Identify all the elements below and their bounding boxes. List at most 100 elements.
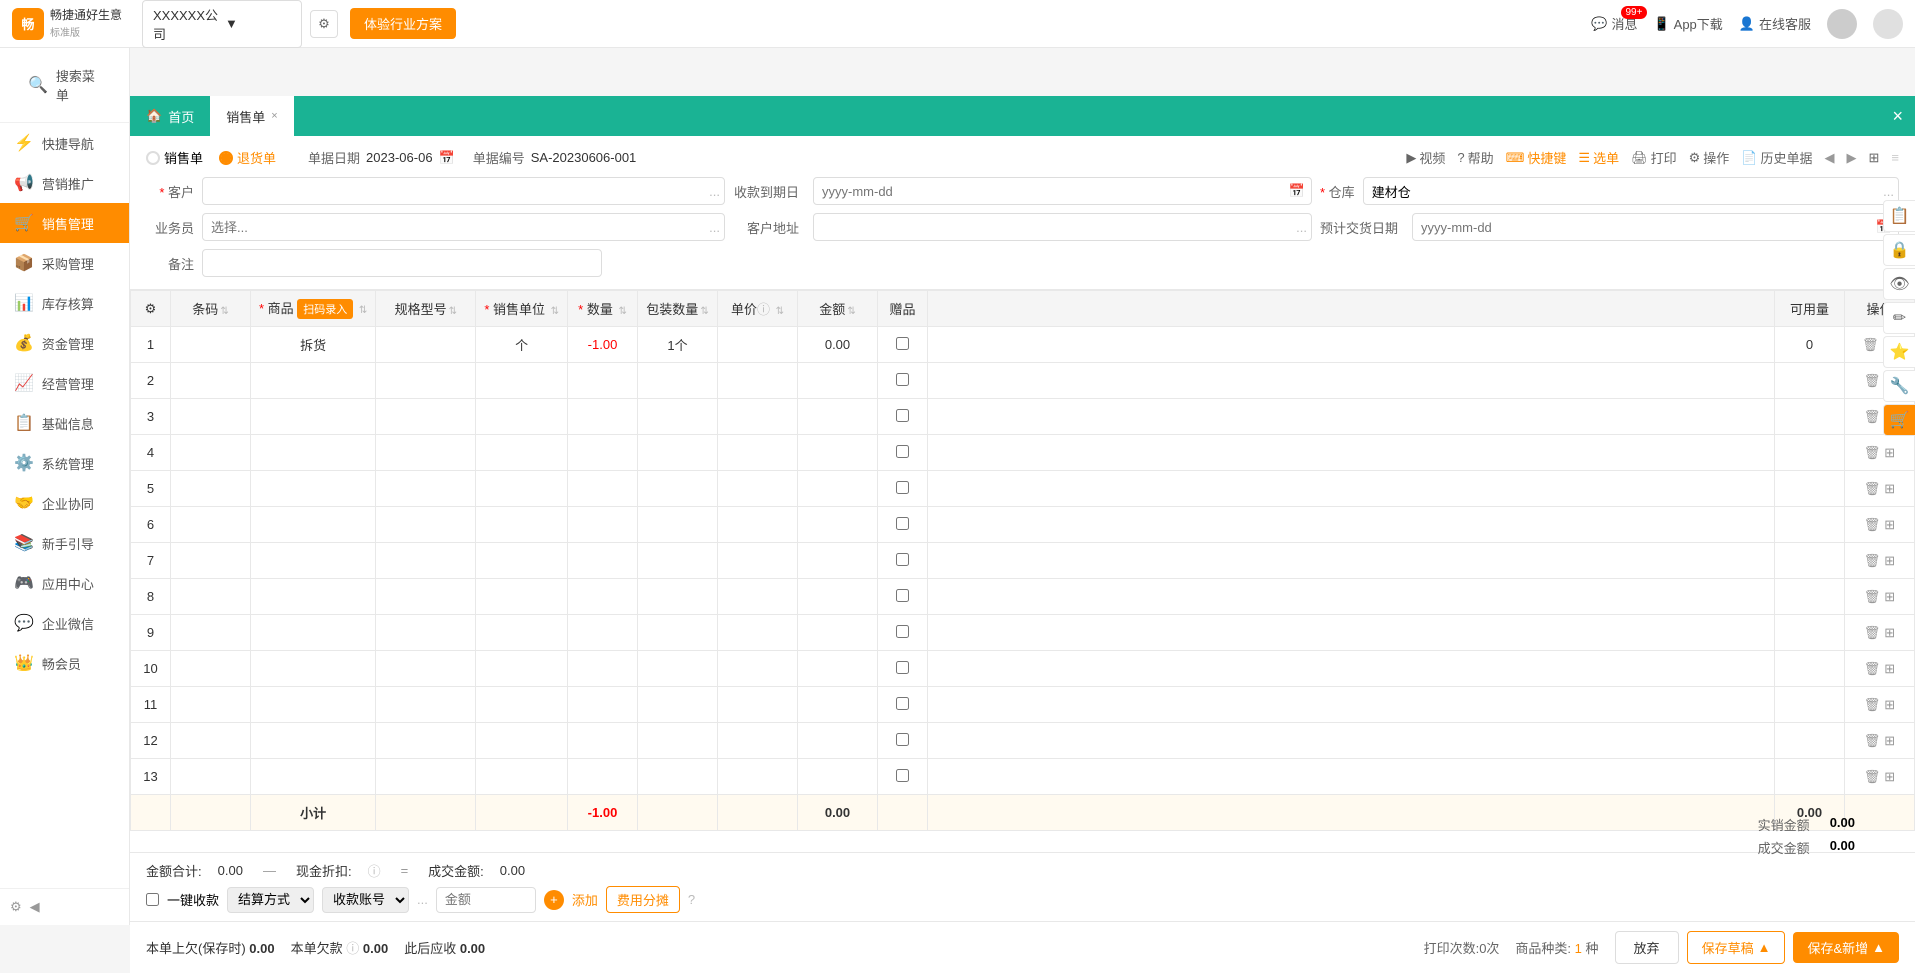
app-download-btn[interactable]: 📱 App下载 [1653, 14, 1722, 33]
float-btn-6[interactable]: 🔧 [1883, 370, 1915, 402]
row-gift-1[interactable] [878, 327, 928, 363]
history-link[interactable]: 📄 历史单据 [1741, 148, 1812, 167]
calc-method-select[interactable]: 结算方式 [227, 887, 314, 913]
warehouse-input[interactable] [1364, 181, 1879, 202]
sidebar-item-system[interactable]: ⚙️ 系统管理 [0, 443, 129, 483]
sidebar-item-members[interactable]: 👑 畅会员 [0, 643, 129, 683]
message-btn[interactable]: 💬 消息 99+ [1591, 14, 1637, 33]
delete-icon[interactable]: 🗑 [1864, 517, 1881, 532]
operate-link[interactable]: ⚙ 操作 [1689, 148, 1730, 167]
amount-input[interactable] [436, 887, 536, 913]
delete-icon[interactable]: 🗑 [1864, 625, 1881, 640]
sidebar-item-wechat[interactable]: 💬 企业微信 [0, 603, 129, 643]
calendar-icon[interactable]: 📅 [439, 150, 455, 166]
company-selector[interactable]: XXXXXX公司 ▼ [142, 0, 302, 48]
video-link[interactable]: ▶ 视频 [1406, 148, 1445, 167]
grid-view-icon[interactable]: ⊞ [1869, 150, 1880, 166]
delete-icon[interactable]: 🗑 [1864, 661, 1881, 676]
settings-icon[interactable]: ⚙ [310, 10, 338, 38]
fenyong-button[interactable]: 费用分摊 [606, 886, 680, 913]
float-btn-3[interactable]: 👁 [1883, 268, 1915, 300]
trial-button[interactable]: 体验行业方案 [350, 8, 456, 39]
float-btn-5[interactable]: ⭐ [1883, 336, 1915, 368]
avatar-2[interactable] [1873, 9, 1903, 39]
sidebar-item-sales[interactable]: 🛒 销售管理 [0, 203, 129, 243]
shortcut-link[interactable]: ⌨ 快捷键 [1506, 148, 1567, 167]
sidebar-item-inventory[interactable]: 📊 库存核算 [0, 283, 129, 323]
sidebar-item-enterprise[interactable]: 🤝 企业协同 [0, 483, 129, 523]
delete-icon[interactable]: 🗑 [1864, 373, 1881, 388]
tab-sales-order[interactable]: 销售单 × [210, 96, 293, 136]
delete-icon[interactable]: 🗑 [1864, 589, 1881, 604]
warehouse-more-icon[interactable]: ... [1879, 184, 1898, 199]
delivery-date-input[interactable] [1413, 217, 1870, 238]
th-settings[interactable]: ⚙ [131, 291, 171, 327]
customer-address-input[interactable] [814, 217, 1292, 238]
online-service-btn[interactable]: 👤 在线客服 [1739, 14, 1811, 33]
delete-icon[interactable]: 🗑 [1864, 409, 1881, 424]
nav-prev-icon[interactable]: ◀ [1825, 150, 1835, 166]
customer-more-icon[interactable]: ... [705, 184, 724, 199]
copy-icon[interactable]: ⊞ [1884, 733, 1895, 748]
copy-icon[interactable]: ⊞ [1884, 481, 1895, 496]
abandon-button[interactable]: 放弃 [1615, 931, 1679, 964]
sidebar-item-guide[interactable]: 📚 新手引导 [0, 523, 129, 563]
customer-input[interactable] [203, 181, 705, 202]
sidebar-item-marketing[interactable]: 📢 营销推广 [0, 163, 129, 203]
delete-icon[interactable]: 🗑 [1864, 481, 1881, 496]
sidebar-item-finance[interactable]: 💰 资金管理 [0, 323, 129, 363]
copy-icon[interactable]: ⊞ [1884, 625, 1895, 640]
copy-icon[interactable]: ⊞ [1884, 517, 1895, 532]
help-link[interactable]: ? 帮助 [1457, 148, 1493, 167]
radio-return-order[interactable]: 退货单 [219, 148, 276, 167]
sidebar-collapse-icon[interactable]: ◀ [30, 899, 40, 915]
sidebar-item-basic[interactable]: 📋 基础信息 [0, 403, 129, 443]
print-link[interactable]: 🖨 打印 [1631, 148, 1677, 167]
remark-input[interactable] [203, 253, 601, 274]
sidebar-item-purchase[interactable]: 📦 采购管理 [0, 243, 129, 283]
row-barcode-1[interactable] [171, 327, 251, 363]
tab-close-icon[interactable]: × [271, 110, 277, 122]
save-draft-button[interactable]: 保存草稿 ▲ [1687, 931, 1786, 964]
one-click-payment-checkbox[interactable] [146, 893, 159, 906]
delete-icon[interactable]: 🗑 [1864, 769, 1881, 784]
float-btn-4[interactable]: ✏ [1883, 302, 1915, 334]
save-new-button[interactable]: 保存&新增 ▲ [1793, 932, 1899, 963]
account-select[interactable]: 收款账号 [322, 887, 409, 913]
delete-icon[interactable]: 🗑 [1864, 445, 1881, 460]
account-more-icon[interactable]: ... [417, 892, 428, 907]
copy-icon[interactable]: ⊞ [1884, 661, 1895, 676]
float-btn-2[interactable]: 🔒 [1883, 234, 1915, 266]
copy-icon[interactable]: ⊞ [1884, 697, 1895, 712]
nav-next-icon[interactable]: ▶ [1847, 150, 1857, 166]
collection-date-input[interactable] [814, 181, 1283, 202]
delete-icon[interactable]: 🗑 [1864, 697, 1881, 712]
sidebar-item-quick-nav[interactable]: ⚡ 快捷导航 [0, 123, 129, 163]
salesperson-input[interactable] [203, 217, 705, 238]
radio-sales-order[interactable]: 销售单 [146, 148, 203, 167]
tab-home[interactable]: 🏠 首页 [130, 96, 210, 136]
float-btn-7[interactable]: 🛒 [1883, 404, 1915, 436]
row-spec-1[interactable] [376, 327, 476, 363]
copy-icon[interactable]: ⊞ [1884, 553, 1895, 568]
copy-icon[interactable]: ⊞ [1884, 769, 1895, 784]
copy-icon[interactable]: ⊞ [1884, 589, 1895, 604]
row-qty-1[interactable]: -1.00 [568, 327, 638, 363]
choose-link[interactable]: ☰ 选单 [1578, 148, 1619, 167]
delete-icon[interactable]: 🗑 [1864, 553, 1881, 568]
copy-icon[interactable]: ⊞ [1884, 445, 1895, 460]
float-btn-1[interactable]: 📋 [1883, 200, 1915, 232]
tab-bar-close[interactable]: × [1892, 106, 1915, 127]
avatar[interactable] [1827, 9, 1857, 39]
delete-icon-1[interactable]: 🗑 [1862, 337, 1879, 352]
address-more-icon[interactable]: ... [1292, 220, 1311, 235]
delete-icon[interactable]: 🗑 [1864, 733, 1881, 748]
date-icon[interactable]: 📅 [1283, 183, 1311, 199]
add-payment-button[interactable]: + [544, 890, 564, 910]
sidebar-item-search[interactable]: 🔍 搜索菜单 [14, 56, 115, 114]
row-price-1[interactable] [718, 327, 798, 363]
list-view-icon[interactable]: ≡ [1891, 150, 1899, 165]
sidebar-item-app-center[interactable]: 🎮 应用中心 [0, 563, 129, 603]
scan-button[interactable]: 扫码录入 [297, 299, 353, 319]
sidebar-item-operations[interactable]: 📈 经营管理 [0, 363, 129, 403]
